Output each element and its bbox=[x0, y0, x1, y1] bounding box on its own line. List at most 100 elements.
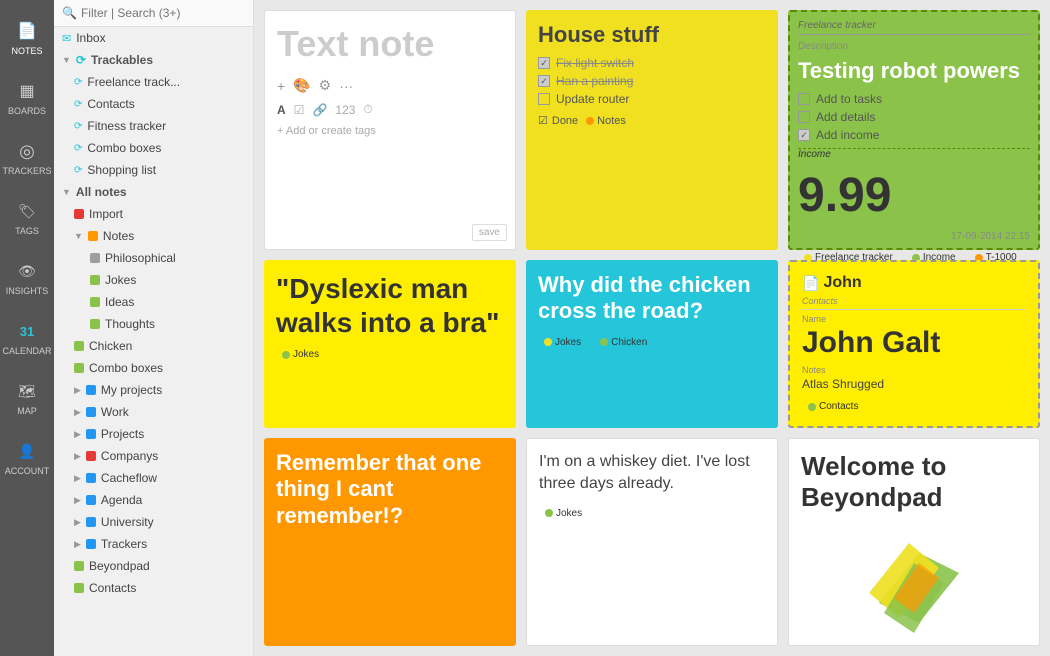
inbox-icon: ✉ bbox=[62, 32, 71, 45]
sidebar-item-thoughts[interactable]: Thoughts bbox=[54, 313, 253, 335]
sidebar-item-myprojects[interactable]: ▶ My projects bbox=[54, 379, 253, 401]
university-bullet bbox=[86, 517, 96, 527]
card-house-stuff: House stuff ✓ Fix light switch ✓ Han a p… bbox=[526, 10, 778, 250]
sidebar-item-chicken[interactable]: Chicken bbox=[54, 335, 253, 357]
philosophical-label: Philosophical bbox=[105, 251, 176, 265]
house-stuff-title: House stuff bbox=[538, 22, 766, 48]
john-tag-contacts[interactable]: Contacts bbox=[802, 399, 864, 414]
sidebar-item-beyondpad[interactable]: Beyondpad bbox=[54, 555, 253, 577]
format-time-icon[interactable]: ⏱ bbox=[363, 102, 372, 117]
joke-tag[interactable]: Jokes bbox=[276, 347, 325, 362]
sidebar-item-university[interactable]: ▶ University bbox=[54, 511, 253, 533]
john-contacts-label: Contacts bbox=[819, 401, 858, 412]
fitness-label: Fitness tracker bbox=[87, 119, 166, 133]
john-contacts-header: Contacts bbox=[802, 296, 1026, 310]
income-value: 9.99 bbox=[798, 168, 1030, 223]
checkbox-3[interactable] bbox=[538, 93, 550, 105]
account-icon: 👤 bbox=[16, 440, 38, 462]
task-checkbox-3[interactable]: ✓ bbox=[798, 129, 810, 141]
card-welcome: Welcome to Beyondpad bbox=[788, 438, 1040, 646]
main-content: Text note + 🎨 ⚙ ··· A ☑ 🔗 123 ⏱ + Add or… bbox=[254, 0, 1050, 656]
nav-boards-label: BOARDS bbox=[8, 106, 46, 116]
notes-bullet bbox=[88, 231, 98, 241]
task-checkbox-1[interactable] bbox=[798, 93, 810, 105]
nav-account[interactable]: 👤 ACCOUNT bbox=[0, 428, 54, 488]
nav-tags[interactable]: 🏷 TAGS bbox=[0, 188, 54, 248]
chicken-text: Why did the chicken cross the road? bbox=[538, 272, 766, 325]
sidebar-item-combo[interactable]: Combo boxes bbox=[54, 357, 253, 379]
task-checkbox-2[interactable] bbox=[798, 111, 810, 123]
john-contacts-dot bbox=[808, 403, 816, 411]
sidebar-item-projects[interactable]: ▶ Projects bbox=[54, 423, 253, 445]
format-check-icon[interactable]: ☑ bbox=[294, 103, 305, 117]
house-item-3: Update router bbox=[538, 92, 766, 106]
sidebar-item-agenda[interactable]: ▶ Agenda bbox=[54, 489, 253, 511]
format-link-icon[interactable]: 🔗 bbox=[312, 103, 327, 117]
freelance-title: Testing robot powers bbox=[798, 58, 1030, 84]
chicken-tags: Jokes Chicken bbox=[538, 335, 766, 350]
beyondpad-label: Beyondpad bbox=[89, 559, 150, 573]
task-3-label: Add income bbox=[816, 128, 879, 142]
myprojects-label: My projects bbox=[101, 383, 162, 397]
chicken-tag-chicken[interactable]: Chicken bbox=[594, 335, 653, 350]
sidebar-item-companys[interactable]: ▶ Companys bbox=[54, 445, 253, 467]
checkbox-1[interactable]: ✓ bbox=[538, 57, 550, 69]
sidebar-item-import[interactable]: Import bbox=[54, 203, 253, 225]
sidebar-item-fitness[interactable]: ⟳ Fitness tracker bbox=[54, 115, 253, 137]
sidebar-item-contacts-track[interactable]: ⟳ Contacts bbox=[54, 93, 253, 115]
sidebar-item-trackers-sub[interactable]: ▶ Trackers bbox=[54, 533, 253, 555]
sidebar-item-work[interactable]: ▶ Work bbox=[54, 401, 253, 423]
task-2: Add details bbox=[798, 110, 1030, 124]
sidebar-trackables-header[interactable]: ▼ ⟳ Trackables bbox=[54, 49, 253, 71]
notes-tag-label: Notes bbox=[597, 115, 626, 127]
nav-trackers[interactable]: ◎ TRACKERS bbox=[0, 128, 54, 188]
sidebar-item-notes[interactable]: ▼ Notes bbox=[54, 225, 253, 247]
format-text-icon[interactable]: A bbox=[277, 103, 286, 117]
sidebar-item-freelance[interactable]: ⟳ Freelance track... bbox=[54, 71, 253, 93]
toolbar-color-icon[interactable]: 🎨 bbox=[293, 77, 310, 94]
sidebar-item-ideas[interactable]: Ideas bbox=[54, 291, 253, 313]
chicken-jokes-dot bbox=[544, 338, 552, 346]
add-tag-area[interactable]: + Add or create tags bbox=[277, 125, 503, 137]
toolbar-add-icon[interactable]: + bbox=[277, 78, 285, 94]
tags-icon: 🏷 bbox=[16, 200, 38, 222]
jokes-bullet bbox=[90, 275, 100, 285]
sidebar-item-jokes[interactable]: Jokes bbox=[54, 269, 253, 291]
done-check-icon: ☑ bbox=[538, 114, 548, 127]
trackables-arrow: ▼ bbox=[62, 55, 71, 65]
done-button[interactable]: ☑ Done bbox=[538, 114, 578, 127]
sidebar-item-contacts-note[interactable]: Contacts bbox=[54, 577, 253, 599]
notes-label: Notes bbox=[103, 229, 134, 243]
task-1: Add to tasks bbox=[798, 92, 1030, 106]
projects-bullet bbox=[86, 429, 96, 439]
search-input[interactable] bbox=[81, 6, 245, 20]
save-button[interactable]: save bbox=[472, 224, 507, 241]
notes-tag-pill[interactable]: Notes bbox=[586, 115, 626, 127]
format-num-icon[interactable]: 123 bbox=[335, 103, 355, 117]
nav-map[interactable]: 🗺 MAP bbox=[0, 368, 54, 428]
joke-tag-label: Jokes bbox=[293, 349, 319, 360]
sidebar-item-cacheflow[interactable]: ▶ Cacheflow bbox=[54, 467, 253, 489]
card-whiskey: I'm on a whiskey diet. I've lost three d… bbox=[526, 438, 778, 646]
chicken-tag-jokes[interactable]: Jokes bbox=[538, 335, 587, 350]
toolbar-settings-icon[interactable]: ⚙ bbox=[319, 77, 332, 94]
trackers-icon: ◎ bbox=[16, 140, 38, 162]
sidebar-item-shopping[interactable]: ⟳ Shopping list bbox=[54, 159, 253, 181]
nav-calendar[interactable]: 31 CALENDAR bbox=[0, 308, 54, 368]
map-icon: 🗺 bbox=[16, 380, 38, 402]
done-label: Done bbox=[552, 115, 578, 127]
sidebar-item-combo-track[interactable]: ⟳ Combo boxes bbox=[54, 137, 253, 159]
sidebar-item-philosophical[interactable]: Philosophical bbox=[54, 247, 253, 269]
toolbar-more-icon[interactable]: ··· bbox=[339, 78, 353, 94]
whiskey-tag-jokes[interactable]: Jokes bbox=[539, 506, 588, 521]
sidebar-search-bar[interactable]: 🔍 bbox=[54, 0, 253, 27]
sidebar-allnotes-header[interactable]: ▼ All notes bbox=[54, 181, 253, 203]
checkbox-2[interactable]: ✓ bbox=[538, 75, 550, 87]
freelance-header: Freelance tracker bbox=[798, 20, 1030, 35]
nav-insights[interactable]: 👁 INSIGHTS bbox=[0, 248, 54, 308]
notes-arrow: ▼ bbox=[74, 231, 83, 241]
house-footer: ☑ Done Notes bbox=[538, 114, 766, 127]
sidebar-item-inbox[interactable]: ✉ Inbox bbox=[54, 27, 253, 49]
nav-notes[interactable]: 📄 NOTES bbox=[0, 8, 54, 68]
nav-boards[interactable]: ▦ BOARDS bbox=[0, 68, 54, 128]
